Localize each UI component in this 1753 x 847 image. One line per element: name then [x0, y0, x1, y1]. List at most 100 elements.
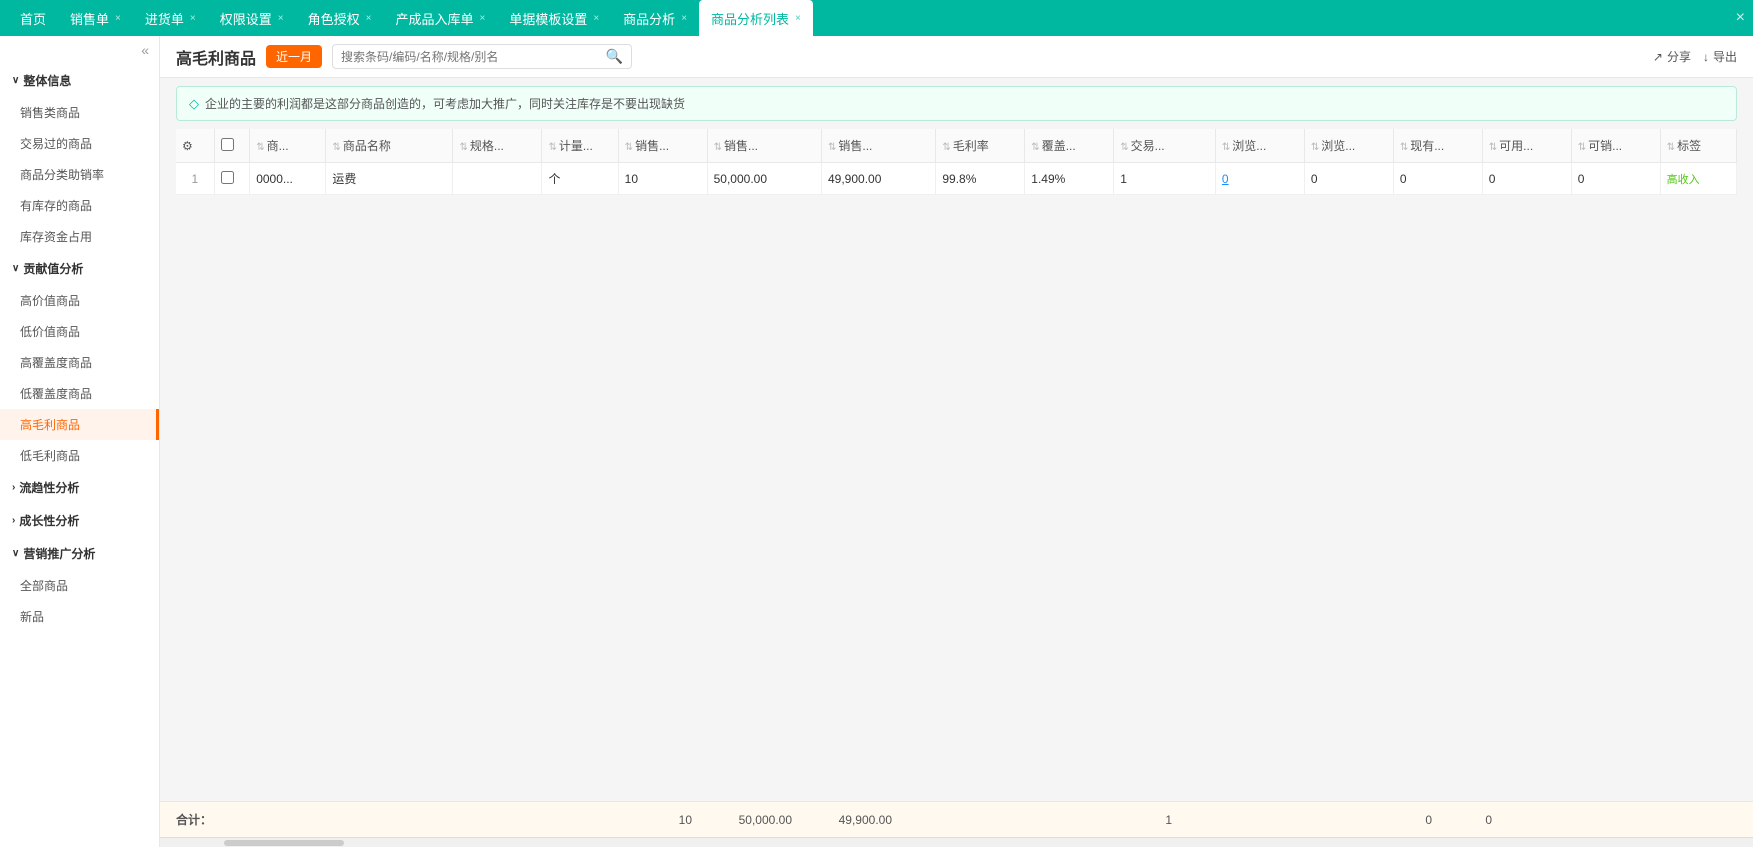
search-icon[interactable]: 🔍 — [606, 48, 623, 65]
sidebar-group-2[interactable]: › 流趋性分析 — [0, 471, 159, 504]
header-actions: ↗ 分享 ↓ 导出 — [1653, 48, 1737, 65]
row-browse2: 0 — [1304, 163, 1393, 195]
row-select-checkbox[interactable] — [221, 171, 234, 184]
settings-icon[interactable]: ⚙ — [182, 139, 193, 153]
nav-close-icon[interactable]: × — [479, 13, 485, 24]
table-row: 10000...运费个1050,000.0049,900.0099.8%1.49… — [176, 163, 1737, 195]
table-header: ⚙⇅商...⇅商品名称⇅规格...⇅计量...⇅销售...⇅销售...⇅销售..… — [176, 129, 1737, 163]
sidebar-item-库存资金占用[interactable]: 库存资金占用 — [0, 221, 159, 252]
nav-item-单据模板设置[interactable]: 单据模板设置× — [497, 0, 611, 36]
col-sort-icon: ⇅ — [828, 142, 836, 153]
nav-item-商品分析列表[interactable]: 商品分析列表× — [699, 0, 813, 36]
sidebar-group-label: 流趋性分析 — [19, 479, 79, 496]
sidebar-group-arrow: ∨ — [12, 263, 19, 274]
nav-close-icon[interactable]: × — [115, 13, 121, 24]
row-browse1[interactable]: 0 — [1215, 163, 1304, 195]
col-sort-icon: ⇅ — [332, 142, 340, 153]
browse-link[interactable]: 0 — [1222, 172, 1229, 186]
horizontal-scrollbar[interactable] — [160, 837, 1753, 847]
sidebar-item-高覆盖度商品[interactable]: 高覆盖度商品 — [0, 347, 159, 378]
sidebar-group-3[interactable]: ›成长性分析 — [0, 504, 159, 537]
row-current: 0 — [1393, 163, 1482, 195]
nav-close-icon[interactable]: × — [278, 13, 284, 24]
sidebar-item-高毛利商品[interactable]: 高毛利商品 — [0, 409, 159, 440]
top-nav-bar: 首页销售单×进货单×权限设置×角色授权×产成品入库单×单据模板设置×商品分析×商… — [0, 0, 1753, 36]
sidebar-item-低价值商品[interactable]: 低价值商品 — [0, 316, 159, 347]
nav-item-进货单[interactable]: 进货单× — [133, 0, 208, 36]
sidebar-group-arrow: › — [12, 482, 15, 493]
nav-close-icon[interactable]: × — [681, 13, 687, 24]
col-sort-icon: ⇅ — [942, 142, 950, 153]
col-header-3: ⇅计量... — [542, 129, 618, 163]
col-header-7: ⇅毛利率 — [936, 129, 1025, 163]
col-header-11: ⇅浏览... — [1304, 129, 1393, 163]
col-header-5: ⇅销售... — [707, 129, 821, 163]
footer-bar: 合计： 10 50,000.00 49,900.00 1 0 0 — [160, 801, 1753, 837]
col-header-12: ⇅现有... — [1393, 129, 1482, 163]
sidebar-item-低毛利商品[interactable]: 低毛利商品 — [0, 440, 159, 471]
sidebar-group-label: 贡献值分析 — [23, 260, 83, 277]
share-button[interactable]: ↗ 分享 — [1653, 48, 1691, 65]
sidebar-item-交易过的商品[interactable]: 交易过的商品 — [0, 128, 159, 159]
row-available: 0 — [1482, 163, 1571, 195]
sidebar-group-4[interactable]: ∨营销推广分析 — [0, 537, 159, 570]
filter-recent-month-button[interactable]: 近一月 — [266, 45, 322, 68]
info-icon: ◇ — [189, 96, 199, 112]
col-sort-icon: ⇅ — [1311, 142, 1319, 153]
row-sales2: 50,000.00 — [707, 163, 821, 195]
nav-item-商品分析[interactable]: 商品分析× — [611, 0, 699, 36]
content-header: 高毛利商品 近一月 🔍 ↗ 分享 ↓ 导出 — [160, 36, 1753, 78]
nav-item-销售单[interactable]: 销售单× — [58, 0, 133, 36]
sidebar: «∨整体信息销售类商品交易过的商品商品分类助销率有库存的商品库存资金占用 ∨ 贡献值… — [0, 36, 160, 847]
sidebar-item-销售类商品[interactable]: 销售类商品 — [0, 97, 159, 128]
nav-close-icon[interactable]: × — [190, 13, 196, 24]
search-input[interactable] — [341, 50, 606, 64]
col-sort-icon: ⇅ — [256, 142, 264, 153]
scrollbar-thumb[interactable] — [224, 840, 344, 846]
footer-total-label: 合计： — [176, 811, 212, 828]
nav-close-icon[interactable]: × — [366, 13, 372, 24]
col-sort-icon: ⇅ — [1222, 142, 1230, 153]
sidebar-item-全部商品[interactable]: 全部商品 — [0, 570, 159, 601]
search-box: 🔍 — [332, 44, 632, 69]
main-layout: «∨整体信息销售类商品交易过的商品商品分类助销率有库存的商品库存资金占用 ∨ 贡献值… — [0, 36, 1753, 847]
sidebar-item-高价值商品[interactable]: 高价值商品 — [0, 285, 159, 316]
col-sort-icon: ⇅ — [1667, 142, 1675, 153]
row-gross-rate: 99.8% — [936, 163, 1025, 195]
export-button[interactable]: ↓ 导出 — [1703, 48, 1737, 65]
sidebar-collapse-button[interactable]: « — [0, 36, 159, 64]
info-banner: ◇ 企业的主要的利润都是这部分商品创造的，可考虑加大推广，同时关注库存是不要出现… — [176, 86, 1737, 121]
footer-available: 0 — [1372, 813, 1432, 827]
nav-close-icon[interactable]: × — [795, 13, 801, 24]
info-text: 企业的主要的利润都是这部分商品创造的，可考虑加大推广，同时关注库存是不要出现缺货 — [205, 95, 685, 112]
sidebar-group-label: 整体信息 — [23, 72, 71, 89]
col-header-checkbox — [214, 129, 250, 163]
tag-badge: 高收入 — [1667, 174, 1700, 186]
row-coverage: 1.49% — [1025, 163, 1114, 195]
share-icon: ↗ — [1653, 50, 1663, 64]
col-header-6: ⇅销售... — [821, 129, 935, 163]
col-sort-icon: ⇅ — [1578, 142, 1586, 153]
select-all-checkbox[interactable] — [221, 138, 234, 151]
sidebar-item-商品分类助销率[interactable]: 商品分类助销率 — [0, 159, 159, 190]
col-sort-icon: ⇅ — [459, 142, 467, 153]
nav-item-角色授权[interactable]: 角色授权× — [296, 0, 384, 36]
col-header-index: ⚙ — [176, 129, 214, 163]
col-header-1: ⇅商品名称 — [326, 129, 453, 163]
col-header-9: ⇅交易... — [1114, 129, 1216, 163]
nav-item-首页[interactable]: 首页 — [8, 0, 58, 36]
sidebar-item-新品[interactable]: 新品 — [0, 601, 159, 632]
nav-item-产成品入库单[interactable]: 产成品入库单× — [383, 0, 497, 36]
row-sellable: 0 — [1571, 163, 1660, 195]
close-all-tabs-button[interactable]: × — [1736, 9, 1745, 27]
row-tag: 高收入 — [1660, 163, 1736, 195]
nav-close-icon[interactable]: × — [593, 13, 599, 24]
sidebar-group-1[interactable]: ∨ 贡献值分析 — [0, 252, 159, 285]
sidebar-group-0[interactable]: ∨整体信息 — [0, 64, 159, 97]
sidebar-item-低覆盖度商品[interactable]: 低覆盖度商品 — [0, 378, 159, 409]
row-checkbox[interactable] — [214, 163, 250, 195]
sidebar-item-有库存的商品[interactable]: 有库存的商品 — [0, 190, 159, 221]
footer-sales2: 50,000.00 — [692, 813, 792, 827]
col-sort-icon: ⇅ — [714, 142, 722, 153]
nav-item-权限设置[interactable]: 权限设置× — [208, 0, 296, 36]
